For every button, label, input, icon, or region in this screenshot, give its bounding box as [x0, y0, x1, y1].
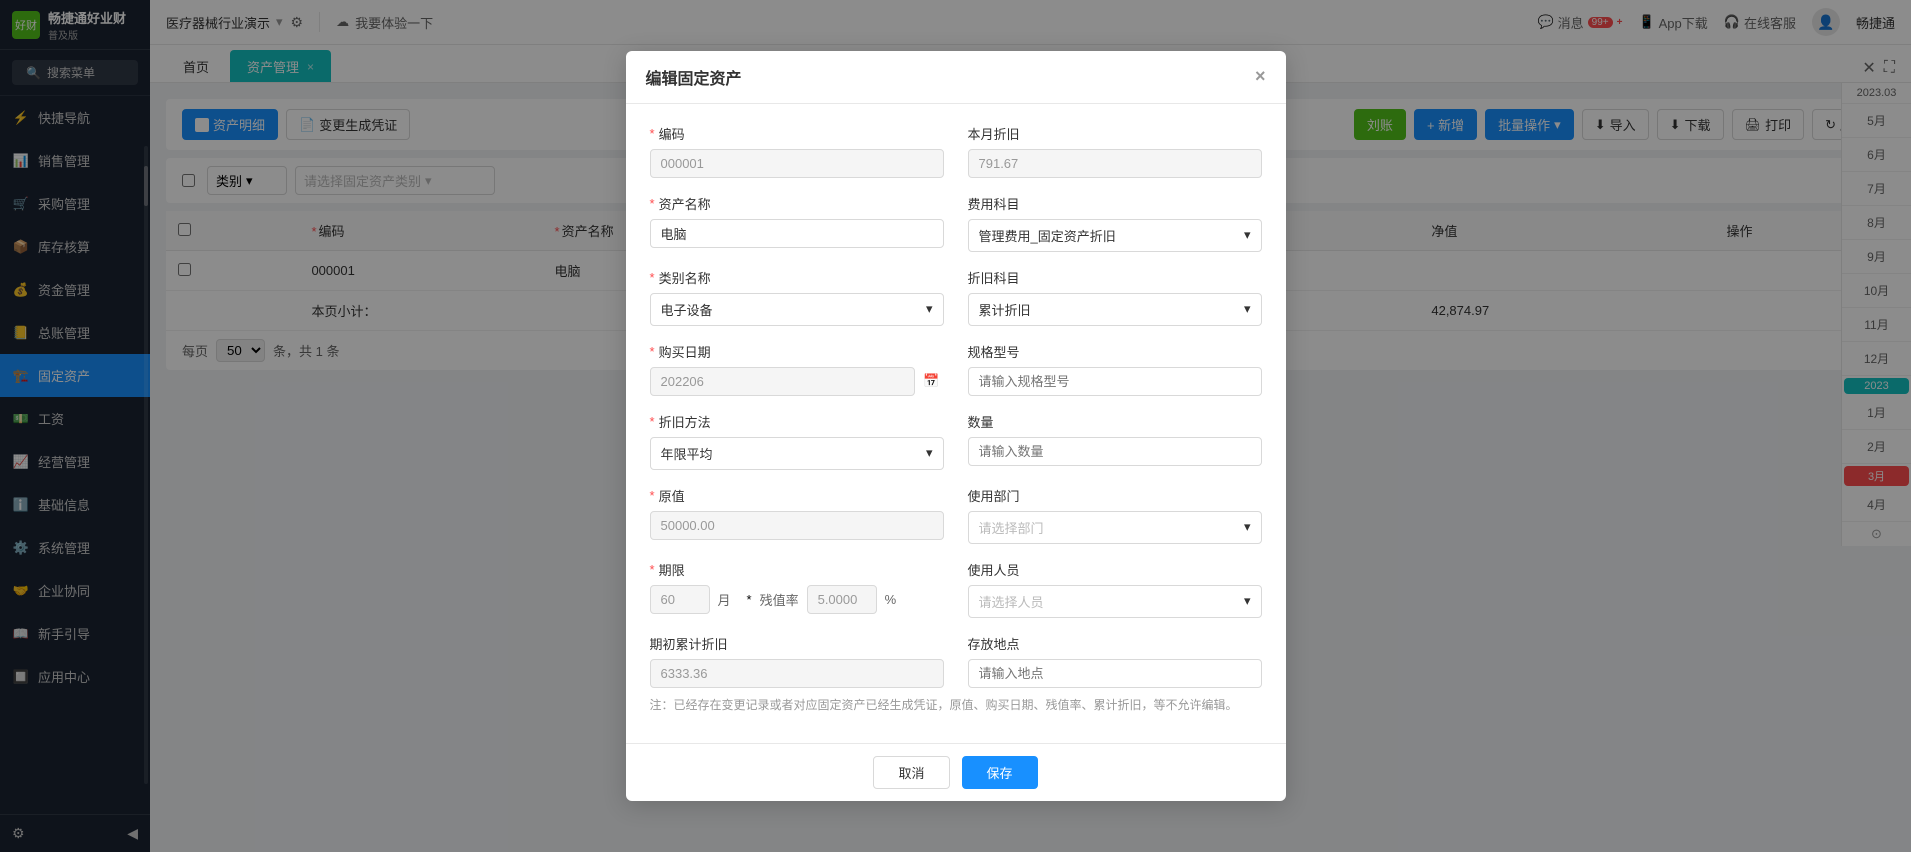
dep-subject-dropdown-icon: ▾	[1244, 301, 1251, 317]
form-item-quantity: 数量	[968, 412, 1262, 470]
user-dropdown-icon: ▾	[1244, 593, 1251, 609]
department-select[interactable]: 请选择部门 ▾	[968, 511, 1262, 544]
dep-method-dropdown-icon: ▾	[926, 445, 933, 461]
department-dropdown-icon: ▾	[1244, 519, 1251, 535]
form-item-user: 使用人员 请选择人员 ▾	[968, 560, 1262, 618]
modal-close-btn[interactable]: ×	[1255, 66, 1266, 87]
quantity-input[interactable]	[968, 437, 1262, 466]
original-value-input[interactable]	[650, 511, 944, 540]
expense-subject-label: 费用科目	[968, 194, 1262, 213]
modal-overlay: 编辑固定资产 × * 编码 本月折旧	[0, 0, 1911, 852]
user-select[interactable]: 请选择人员 ▾	[968, 585, 1262, 618]
name-label: * 资产名称	[650, 194, 944, 213]
spec-input[interactable]	[968, 367, 1262, 396]
spec-label: 规格型号	[968, 342, 1262, 361]
form-item-spec: 规格型号	[968, 342, 1262, 396]
form-item-accum-dep: 期初累计折旧	[650, 634, 944, 688]
modal-body: * 编码 本月折旧 * 资产名称	[626, 104, 1286, 743]
user-label: 使用人员	[968, 560, 1262, 579]
location-input[interactable]	[968, 659, 1262, 688]
residual-rate-input[interactable]	[807, 585, 877, 614]
name-input[interactable]	[650, 219, 944, 248]
modal-note: 注：已经存在变更记录或者对应固定资产已经生成凭证，原值、购买日期、残值率、累计折…	[650, 688, 1262, 723]
dep-subject-select[interactable]: 累计折旧 ▾	[968, 293, 1262, 326]
quantity-label: 数量	[968, 412, 1262, 431]
category-label: * 类别名称	[650, 268, 944, 287]
modal-title: 编辑固定资产	[646, 65, 742, 89]
category-select[interactable]: 电子设备 ▾	[650, 293, 944, 326]
period-input[interactable]	[650, 585, 710, 614]
form-item-expense-subject: 费用科目 管理费用_固定资产折旧 ▾	[968, 194, 1262, 252]
form-item-dep-subject: 折旧科目 累计折旧 ▾	[968, 268, 1262, 326]
form-item-category: * 类别名称 电子设备 ▾	[650, 268, 944, 326]
form-item-period: * 期限 月 * 残值率 %	[650, 560, 944, 618]
accum-dep-input[interactable]	[650, 659, 944, 688]
expense-subject-dropdown-icon: ▾	[1244, 227, 1251, 243]
original-value-label: * 原值	[650, 486, 944, 505]
dep-method-label: * 折旧方法	[650, 412, 944, 431]
form-item-department: 使用部门 请选择部门 ▾	[968, 486, 1262, 544]
form-item-dep-method: * 折旧方法 年限平均 ▾	[650, 412, 944, 470]
dep-subject-label: 折旧科目	[968, 268, 1262, 287]
save-button[interactable]: 保存	[962, 756, 1038, 789]
accum-dep-label: 期初累计折旧	[650, 634, 944, 653]
period-label: * 期限	[650, 560, 944, 579]
calendar-icon[interactable]: 📅	[919, 369, 943, 393]
form-item-purchase-date: * 购买日期 📅	[650, 342, 944, 396]
form-item-original-value: * 原值	[650, 486, 944, 544]
department-label: 使用部门	[968, 486, 1262, 505]
cancel-button[interactable]: 取消	[873, 756, 949, 789]
modal-header: 编辑固定资产 ×	[626, 51, 1286, 104]
monthly-dep-input	[968, 149, 1262, 178]
purchase-date-label: * 购买日期	[650, 342, 944, 361]
modal-footer: 取消 保存	[626, 743, 1286, 801]
edit-asset-modal: 编辑固定资产 × * 编码 本月折旧	[626, 51, 1286, 801]
form-item-code: * 编码	[650, 124, 944, 178]
form-item-location: 存放地点	[968, 634, 1262, 688]
form-item-monthly-dep: 本月折旧	[968, 124, 1262, 178]
monthly-dep-label: 本月折旧	[968, 124, 1262, 143]
code-label: * 编码	[650, 124, 944, 143]
form-item-name: * 资产名称	[650, 194, 944, 252]
category-dropdown-icon: ▾	[926, 301, 933, 317]
dep-method-select[interactable]: 年限平均 ▾	[650, 437, 944, 470]
period-unit: 月	[718, 590, 731, 609]
expense-subject-select[interactable]: 管理费用_固定资产折旧 ▾	[968, 219, 1262, 252]
purchase-date-input[interactable]	[650, 367, 916, 396]
code-input[interactable]	[650, 149, 944, 178]
location-label: 存放地点	[968, 634, 1262, 653]
